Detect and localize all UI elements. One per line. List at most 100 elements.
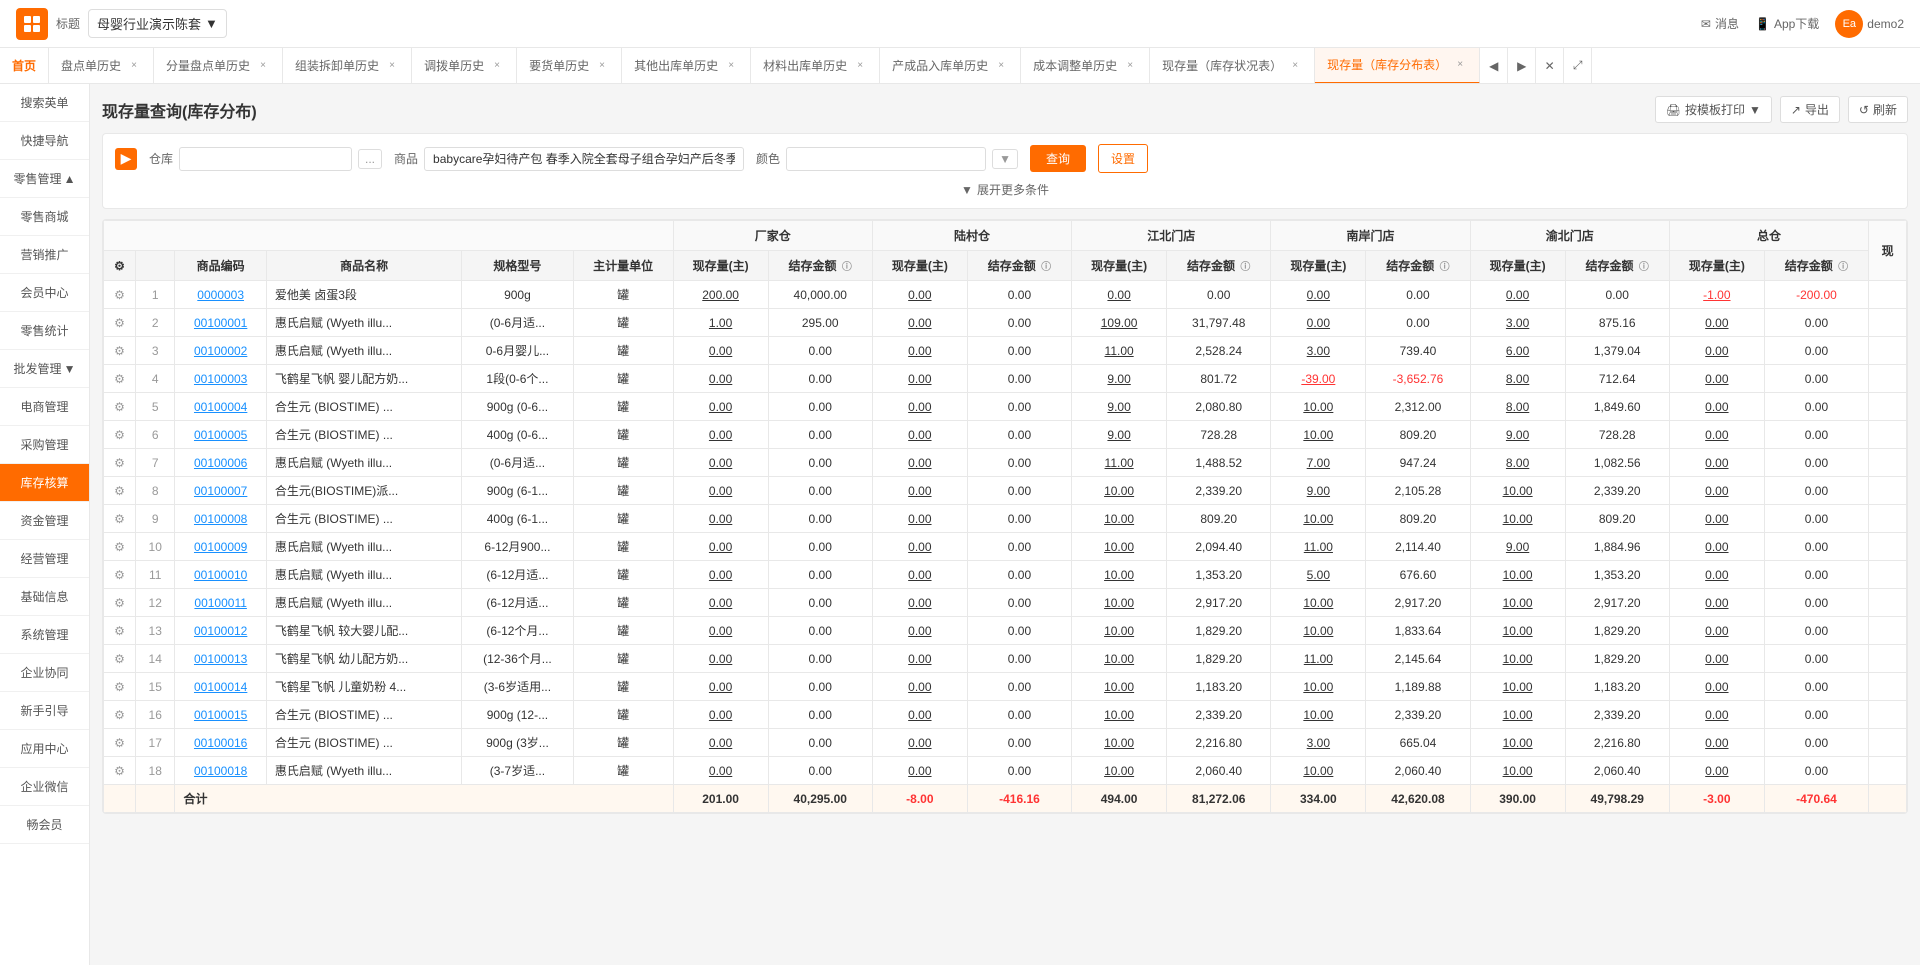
- cell-zc-qty[interactable]: 0.00: [1669, 757, 1764, 785]
- sidebar-item-retail-mall[interactable]: 零售商城: [0, 198, 89, 236]
- cell-yb-qty[interactable]: 3.00: [1470, 309, 1565, 337]
- cell-jb-qty[interactable]: 10.00: [1072, 589, 1167, 617]
- cell-lc-qty[interactable]: 0.00: [872, 757, 967, 785]
- cell-gear[interactable]: ⚙: [104, 393, 136, 421]
- tab-chengben[interactable]: 成本调整单历史 ×: [1021, 48, 1150, 84]
- tab-zuzhuang[interactable]: 组装拆卸单历史 ×: [283, 48, 412, 84]
- cell-gear[interactable]: ⚙: [104, 421, 136, 449]
- cell-zc-qty[interactable]: 0.00: [1669, 645, 1764, 673]
- cell-zc-qty[interactable]: 0.00: [1669, 701, 1764, 729]
- cell-na-qty[interactable]: -39.00: [1271, 365, 1366, 393]
- sidebar-item-member2[interactable]: 畅会员: [0, 806, 89, 844]
- cell-code[interactable]: 00100018: [175, 757, 266, 785]
- cell-fj-qty[interactable]: 0.00: [673, 533, 768, 561]
- cell-lc-qty[interactable]: 0.00: [872, 393, 967, 421]
- cell-zc-qty[interactable]: 0.00: [1669, 561, 1764, 589]
- cell-jb-qty[interactable]: 9.00: [1072, 393, 1167, 421]
- sidebar-item-guide[interactable]: 新手引导: [0, 692, 89, 730]
- tab-close-8[interactable]: ×: [994, 59, 1008, 73]
- tab-fenliang[interactable]: 分量盘点单历史 ×: [154, 48, 283, 84]
- cell-na-qty[interactable]: 11.00: [1271, 645, 1366, 673]
- cell-na-qty[interactable]: 0.00: [1271, 309, 1366, 337]
- cell-na-qty[interactable]: 10.00: [1271, 673, 1366, 701]
- cell-fj-qty[interactable]: 0.00: [673, 561, 768, 589]
- cell-jb-qty[interactable]: 11.00: [1072, 449, 1167, 477]
- warehouse-input[interactable]: [179, 147, 352, 171]
- user-avatar-area[interactable]: Ea demo2: [1835, 10, 1904, 38]
- cell-jb-qty[interactable]: 9.00: [1072, 421, 1167, 449]
- cell-gear[interactable]: ⚙: [104, 757, 136, 785]
- cell-zc-qty[interactable]: 0.00: [1669, 589, 1764, 617]
- cell-na-qty[interactable]: 7.00: [1271, 449, 1366, 477]
- sidebar-item-wechat-work[interactable]: 企业微信: [0, 768, 89, 806]
- cell-zc-qty[interactable]: 0.00: [1669, 729, 1764, 757]
- tab-close-4[interactable]: ×: [490, 59, 504, 73]
- cell-na-qty[interactable]: 10.00: [1271, 757, 1366, 785]
- cell-code[interactable]: 00100014: [175, 673, 266, 701]
- cell-jb-qty[interactable]: 10.00: [1072, 757, 1167, 785]
- cell-yb-qty[interactable]: 10.00: [1470, 561, 1565, 589]
- cell-code[interactable]: 00100013: [175, 645, 266, 673]
- cell-gear[interactable]: ⚙: [104, 701, 136, 729]
- cell-zc-qty[interactable]: 0.00: [1669, 617, 1764, 645]
- tab-close-6[interactable]: ×: [724, 59, 738, 73]
- tab-yaohuo[interactable]: 要货单历史 ×: [517, 48, 622, 84]
- cell-jb-qty[interactable]: 10.00: [1072, 645, 1167, 673]
- cell-yb-qty[interactable]: 8.00: [1470, 449, 1565, 477]
- cell-jb-qty[interactable]: 9.00: [1072, 365, 1167, 393]
- cell-na-qty[interactable]: 10.00: [1271, 701, 1366, 729]
- cell-gear[interactable]: ⚙: [104, 449, 136, 477]
- cell-code[interactable]: 00100004: [175, 393, 266, 421]
- tab-cailiao[interactable]: 材料出库单历史 ×: [751, 48, 880, 84]
- cell-fj-qty[interactable]: 0.00: [673, 701, 768, 729]
- sidebar-item-finance[interactable]: 资金管理: [0, 502, 89, 540]
- cell-yb-qty[interactable]: 8.00: [1470, 393, 1565, 421]
- cell-yb-qty[interactable]: 10.00: [1470, 505, 1565, 533]
- cell-zc-qty[interactable]: 0.00: [1669, 505, 1764, 533]
- tab-close-7[interactable]: ×: [853, 59, 867, 73]
- warehouse-dots-btn[interactable]: ...: [358, 149, 382, 169]
- sidebar-item-operations[interactable]: 经营管理: [0, 540, 89, 578]
- cell-na-qty[interactable]: 11.00: [1271, 533, 1366, 561]
- cell-jb-qty[interactable]: 10.00: [1072, 533, 1167, 561]
- cell-zc-qty[interactable]: 0.00: [1669, 309, 1764, 337]
- cell-gear[interactable]: ⚙: [104, 645, 136, 673]
- tab-close-11[interactable]: ×: [1453, 58, 1467, 72]
- tab-close-5[interactable]: ×: [595, 59, 609, 73]
- cell-jb-qty[interactable]: 0.00: [1072, 281, 1167, 309]
- app-download-btn[interactable]: 📱 App下载: [1755, 15, 1819, 32]
- cell-fj-qty[interactable]: 200.00: [673, 281, 768, 309]
- tab-home[interactable]: 首页: [0, 48, 49, 84]
- tab-diaob[interactable]: 调拨单历史 ×: [412, 48, 517, 84]
- cell-fj-qty[interactable]: 0.00: [673, 477, 768, 505]
- cell-gear[interactable]: ⚙: [104, 281, 136, 309]
- sidebar-item-enterprise[interactable]: 企业协同: [0, 654, 89, 692]
- cell-yb-qty[interactable]: 10.00: [1470, 757, 1565, 785]
- cell-fj-qty[interactable]: 0.00: [673, 617, 768, 645]
- cell-na-qty[interactable]: 5.00: [1271, 561, 1366, 589]
- cell-gear[interactable]: ⚙: [104, 533, 136, 561]
- cell-yb-qty[interactable]: 10.00: [1470, 589, 1565, 617]
- cell-fj-qty[interactable]: 1.00: [673, 309, 768, 337]
- cell-na-qty[interactable]: 10.00: [1271, 421, 1366, 449]
- cell-gear[interactable]: ⚙: [104, 589, 136, 617]
- cell-code[interactable]: 00100005: [175, 421, 266, 449]
- tab-fullscreen-btn[interactable]: ⤢: [1564, 48, 1592, 84]
- cell-na-qty[interactable]: 3.00: [1271, 337, 1366, 365]
- cell-gear[interactable]: ⚙: [104, 505, 136, 533]
- cell-jb-qty[interactable]: 10.00: [1072, 701, 1167, 729]
- sidebar-item-nav[interactable]: 快捷导航: [0, 122, 89, 160]
- sidebar-item-inventory[interactable]: 库存核算: [0, 464, 89, 502]
- cell-fj-qty[interactable]: 0.00: [673, 337, 768, 365]
- cell-jb-qty[interactable]: 10.00: [1072, 617, 1167, 645]
- cell-fj-qty[interactable]: 0.00: [673, 757, 768, 785]
- cell-lc-qty[interactable]: 0.00: [872, 617, 967, 645]
- tab-pandian[interactable]: 盘点单历史 ×: [49, 48, 154, 84]
- message-btn[interactable]: ✉ 消息: [1701, 15, 1739, 32]
- cell-fj-qty[interactable]: 0.00: [673, 449, 768, 477]
- cell-code[interactable]: 00100009: [175, 533, 266, 561]
- cell-na-qty[interactable]: 10.00: [1271, 505, 1366, 533]
- cell-jb-qty[interactable]: 10.00: [1072, 477, 1167, 505]
- cell-code[interactable]: 00100016: [175, 729, 266, 757]
- cell-zc-qty[interactable]: 0.00: [1669, 337, 1764, 365]
